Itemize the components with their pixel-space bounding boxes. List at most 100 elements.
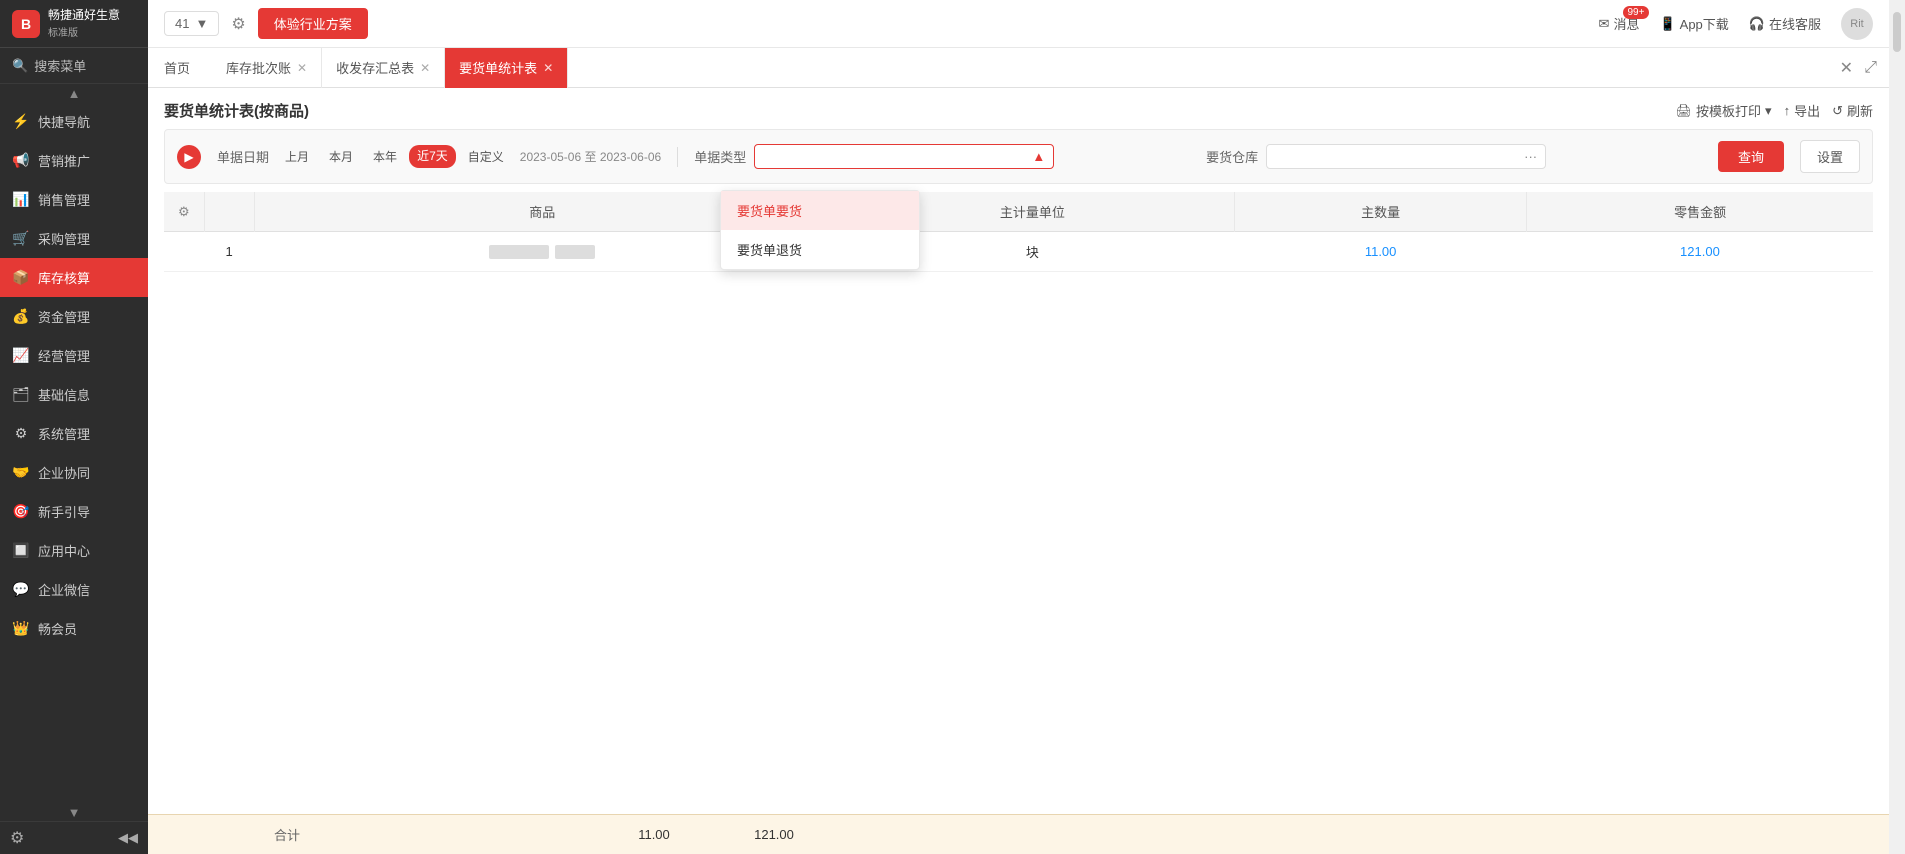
quantity-link[interactable]: 11.00: [1365, 244, 1397, 259]
sidebar-settings-icon[interactable]: ⚙: [10, 828, 24, 848]
store-number: 41: [175, 16, 189, 31]
messages-badge: 99+: [1623, 6, 1650, 19]
sidebar-bottom-bar: ⚙ ◀◀: [0, 821, 148, 854]
scroll-thumb: [1893, 12, 1901, 52]
trial-btn[interactable]: 体验行业方案: [258, 8, 368, 39]
query-btn[interactable]: 查询: [1718, 141, 1784, 172]
table-settings-icon[interactable]: ⚙: [178, 204, 190, 219]
basic-icon: 🗂: [12, 386, 30, 404]
tab-bar-expand-btn[interactable]: ⤢: [1864, 59, 1877, 77]
footer-label: 合计: [254, 825, 474, 844]
system-icon: ⚙: [12, 425, 30, 443]
app-download-icon: 📱: [1659, 16, 1675, 32]
sidebar-item-marketing[interactable]: 📢 营销推广: [0, 141, 148, 180]
export-icon: ↑: [1784, 103, 1791, 118]
sidebar-label-member: 畅会员: [38, 619, 77, 638]
date-tab-prev-month[interactable]: 上月: [277, 145, 317, 168]
sidebar-item-quick-nav[interactable]: ⚡ 快捷导航: [0, 102, 148, 141]
sidebar-menu: ⚡ 快捷导航 📢 营销推广 📊 销售管理 🛒 采购管理 📦 库存核算 💰 资金管…: [0, 102, 148, 803]
sidebar-item-operation[interactable]: 📈 经营管理: [0, 336, 148, 375]
product-placeholder-2: [555, 245, 595, 259]
tab-bar-close-btn[interactable]: ✕: [1840, 58, 1853, 78]
date-tab-last-7days[interactable]: 近7天: [409, 145, 456, 168]
sidebar-item-sales[interactable]: 📊 销售管理: [0, 180, 148, 219]
filter-expand-btn[interactable]: ▶: [177, 145, 201, 169]
tab-collect-summary-close[interactable]: ✕: [420, 61, 430, 75]
sidebar-label-guide: 新手引导: [38, 502, 90, 521]
tab-home-label: 首页: [164, 58, 190, 77]
sidebar-item-finance[interactable]: 💰 资金管理: [0, 297, 148, 336]
data-table: ⚙ 商品 主计量单位 主数量 零售金额 1: [164, 192, 1873, 272]
sidebar-search[interactable]: 🔍 搜索菜单: [0, 48, 148, 84]
brand-name: 畅捷通好生意: [48, 8, 120, 24]
date-range-display: 2023-05-06 至 2023-06-06: [520, 148, 661, 165]
product-placeholder-1: [489, 245, 549, 259]
user-name: Rit: [1850, 18, 1863, 30]
filter-bar: ▶ 单据日期 上月 本月 本年 近7天 自定义 2023-05-06 至 202…: [164, 129, 1873, 184]
sidebar-label-purchase: 采购管理: [38, 229, 90, 248]
amount-link[interactable]: 121.00: [1680, 244, 1720, 259]
tab-home[interactable]: 首页: [164, 48, 204, 88]
sidebar-item-wechat[interactable]: 💬 企业微信: [0, 570, 148, 609]
sidebar-item-purchase[interactable]: 🛒 采购管理: [0, 219, 148, 258]
enterprise-icon: 🤝: [12, 464, 30, 482]
print-template-btn[interactable]: 🖨 按模板打印 ▾: [1676, 101, 1772, 120]
refresh-btn[interactable]: ↺ 刷新: [1832, 101, 1873, 120]
print-chevron-icon: ▾: [1765, 103, 1772, 119]
export-btn[interactable]: ↑ 导出: [1784, 101, 1821, 120]
header-settings-icon[interactable]: ⚙: [231, 14, 245, 34]
table-body: 1 块 11.00 121.00: [164, 232, 1873, 272]
tab-inventory-batch[interactable]: 库存批次账 ✕: [212, 48, 322, 88]
date-tab-custom[interactable]: 自定义: [460, 145, 512, 168]
purchase-icon: 🛒: [12, 230, 30, 248]
warehouse-input[interactable]: [1275, 149, 1524, 164]
tab-inventory-batch-close[interactable]: ✕: [297, 61, 307, 75]
store-selector[interactable]: 41 ▼: [164, 11, 219, 36]
tab-order-stats-close[interactable]: ✕: [543, 61, 553, 75]
tab-order-stats[interactable]: 要货单统计表 ✕: [445, 48, 568, 88]
customer-service-btn[interactable]: 🎧 在线客服: [1749, 14, 1821, 33]
user-avatar-btn[interactable]: Rit: [1841, 8, 1873, 40]
row-amount-cell: 121.00: [1527, 232, 1873, 272]
appstore-icon: 🔲: [12, 542, 30, 560]
sidebar-item-basic[interactable]: 🗂 基础信息: [0, 375, 148, 414]
right-scroll-strip[interactable]: [1889, 0, 1905, 854]
sidebar-item-appstore[interactable]: 🔲 应用中心: [0, 531, 148, 570]
sidebar-label-appstore: 应用中心: [38, 541, 90, 560]
tab-collect-summary[interactable]: 收发存汇总表 ✕: [322, 48, 445, 88]
date-tab-this-month[interactable]: 本月: [321, 145, 361, 168]
wechat-icon: 💬: [12, 581, 30, 599]
quick-nav-icon: ⚡: [12, 113, 30, 131]
sidebar-item-enterprise[interactable]: 🤝 企业协同: [0, 453, 148, 492]
brand-sub: 标准版: [48, 24, 120, 39]
sidebar-label-marketing: 营销推广: [38, 151, 90, 170]
sidebar-item-system[interactable]: ⚙ 系统管理: [0, 414, 148, 453]
export-label: 导出: [1794, 101, 1820, 120]
type-select[interactable]: ▲: [754, 144, 1054, 169]
sidebar-label-finance: 资金管理: [38, 307, 90, 326]
settings-filter-btn[interactable]: 设置: [1800, 140, 1860, 173]
sales-icon: 📊: [12, 191, 30, 209]
main-area: 41 ▼ ⚙ 体验行业方案 ✉ 消息 99+ 📱 App下载 🎧 在线客服: [148, 0, 1889, 854]
date-label: 单据日期: [217, 147, 269, 166]
sidebar-item-member[interactable]: 👑 畅会员: [0, 609, 148, 648]
dropdown-option-order-order[interactable]: 要货单要货: [721, 191, 919, 230]
type-select-chevron-up-icon: ▲: [1032, 149, 1045, 164]
page-actions: 🖨 按模板打印 ▾ ↑ 导出 ↺ 刷新: [1676, 101, 1874, 120]
sidebar-label-inventory: 库存核算: [38, 268, 90, 287]
dropdown-option-order-return[interactable]: 要货单退货: [721, 230, 919, 269]
messages-btn[interactable]: ✉ 消息 99+: [1599, 14, 1640, 33]
warehouse-more-icon[interactable]: ···: [1524, 149, 1537, 164]
date-tab-this-year[interactable]: 本年: [365, 145, 405, 168]
sidebar-item-guide[interactable]: 🎯 新手引导: [0, 492, 148, 531]
sidebar-item-inventory[interactable]: 📦 库存核算: [0, 258, 148, 297]
type-dropdown: 要货单要货 要货单退货: [720, 190, 920, 270]
table-header-quantity: 主数量: [1234, 192, 1526, 232]
table-header-settings[interactable]: ⚙: [164, 192, 204, 232]
app-download-label: App下载: [1680, 14, 1729, 33]
app-download-btn[interactable]: 📱 App下载: [1659, 14, 1728, 33]
sidebar-scroll-up[interactable]: ▲: [67, 86, 81, 100]
sidebar-scroll-down[interactable]: ▼: [67, 805, 81, 819]
guide-icon: 🎯: [12, 503, 30, 521]
sidebar-collapse-icon[interactable]: ◀◀: [118, 830, 138, 846]
